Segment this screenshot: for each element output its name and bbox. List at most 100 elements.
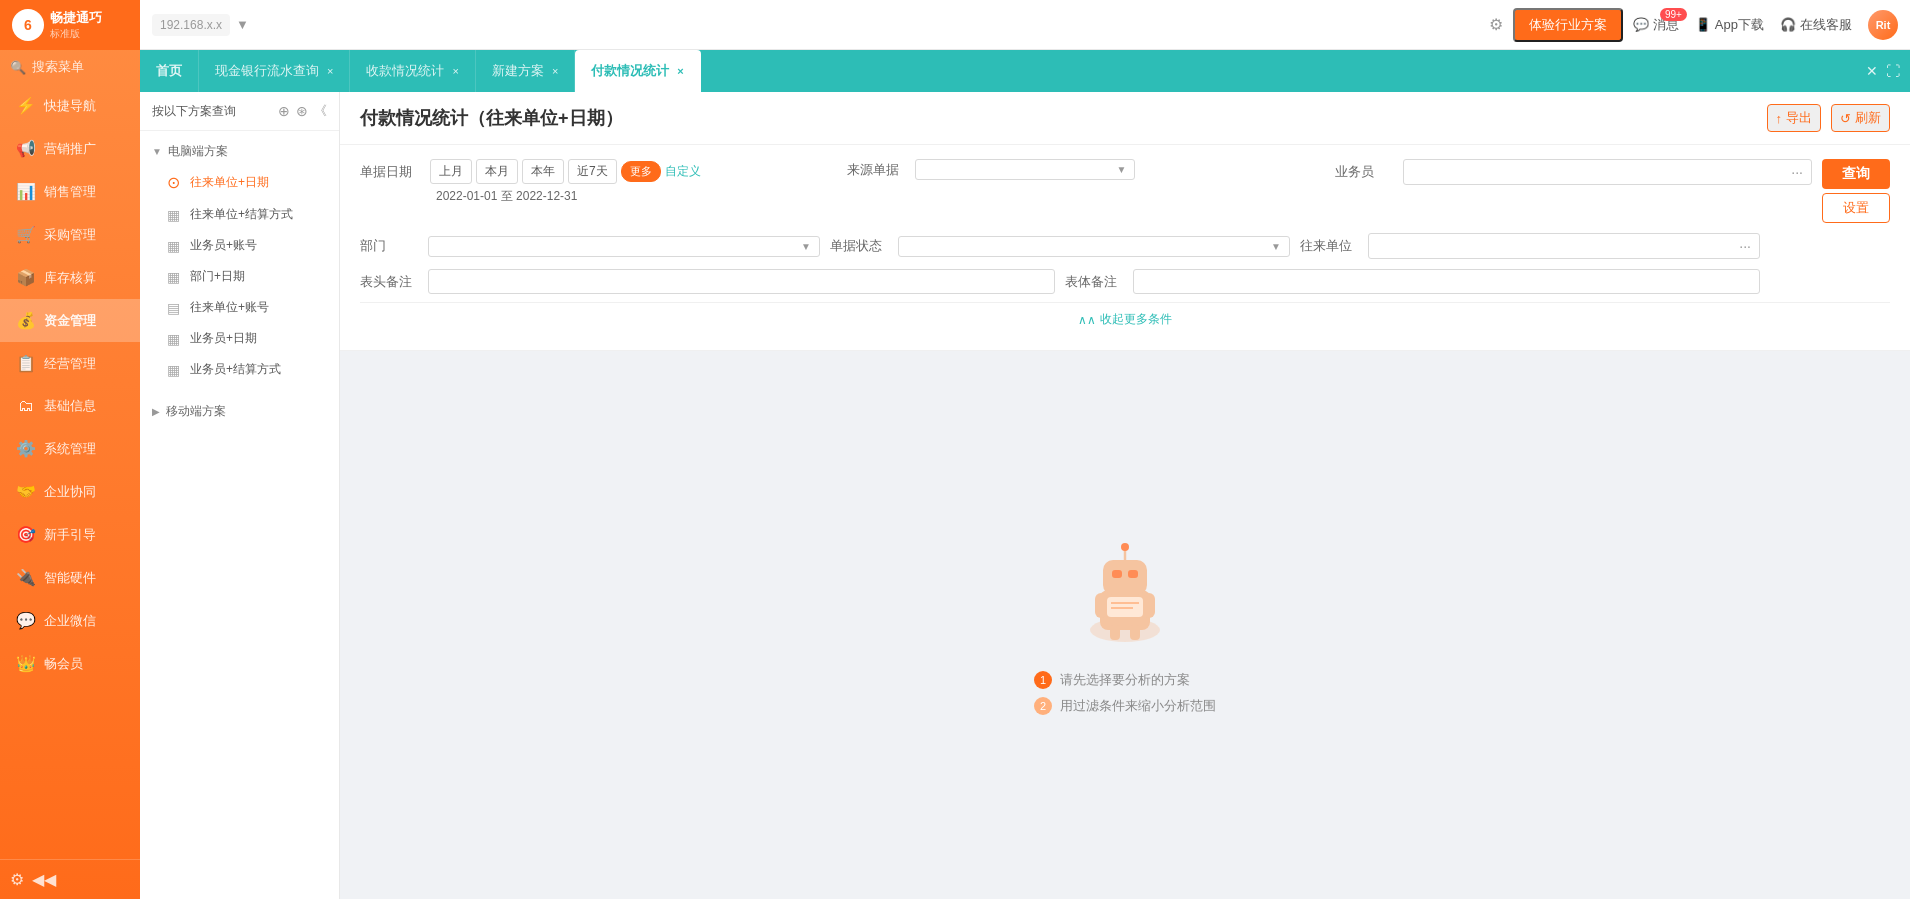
- purchase-icon: 🛒: [16, 225, 36, 244]
- sidebar-item-purchase[interactable]: 🛒 采购管理: [0, 213, 140, 256]
- source-voucher-select[interactable]: ▼: [915, 159, 1135, 180]
- svg-rect-4: [1110, 625, 1120, 640]
- partner-dots-icon[interactable]: ···: [1739, 238, 1751, 254]
- scheme-item-partner-settle[interactable]: ▦ 往来单位+结算方式: [140, 199, 339, 230]
- svg-rect-7: [1112, 570, 1122, 578]
- sidebar-item-wechat[interactable]: 💬 企业微信: [0, 599, 140, 642]
- phone-icon: 📱: [1695, 17, 1711, 32]
- scheme-group-pc-header[interactable]: ▼ 电脑端方案: [140, 137, 339, 166]
- wechat-icon: 💬: [16, 611, 36, 630]
- action-buttons: 查询 设置: [1822, 159, 1890, 223]
- sidebar-item-marketing[interactable]: 📢 营销推广: [0, 127, 140, 170]
- scheme-item-dept-date[interactable]: ▦ 部门+日期: [140, 261, 339, 292]
- partner-select[interactable]: ···: [1368, 233, 1760, 259]
- tab-bar: 首页 现金银行流水查询 × 收款情况统计 × 新建方案 × 付款情况统计 × ✕…: [140, 50, 1910, 92]
- sidebar-item-system[interactable]: ⚙️ 系统管理: [0, 427, 140, 470]
- scheme-item-staff-settle[interactable]: ▦ 业务员+结算方式: [140, 354, 339, 385]
- header-settings-icon[interactable]: ⚙: [1489, 15, 1503, 34]
- collapse-panel-btn[interactable]: 《: [314, 102, 327, 120]
- scheme-settings-btn[interactable]: ⊛: [296, 103, 308, 119]
- refresh-btn[interactable]: ↺ 刷新: [1831, 104, 1890, 132]
- user-avatar[interactable]: Rit: [1868, 10, 1898, 40]
- custom-date-btn[interactable]: 自定义: [665, 163, 701, 180]
- guide-icon: 🎯: [16, 525, 36, 544]
- scheme-group-pc: ▼ 电脑端方案 ⊙ 往来单位+日期 ▦ 往来单位+结算方式 ▦ 业务员+账号 ▦: [140, 131, 339, 391]
- tab-new-scheme[interactable]: 新建方案 ×: [476, 50, 575, 92]
- last-7days-btn[interactable]: 近7天: [568, 159, 617, 184]
- message-btn[interactable]: 💬 消息 99+: [1633, 16, 1679, 34]
- this-month-btn[interactable]: 本月: [476, 159, 518, 184]
- table-header-note-field: 表头备注: [360, 269, 1055, 294]
- scheme-group-mobile-header[interactable]: ▶ 移动端方案: [140, 397, 339, 426]
- tab-bank-flow[interactable]: 现金银行流水查询 ×: [199, 50, 350, 92]
- search-icon: 🔍: [10, 60, 26, 75]
- salesman-dots-icon[interactable]: ···: [1791, 164, 1803, 180]
- partner-field: 往来单位 ···: [1300, 233, 1760, 259]
- sidebar-nav: ⚡ 快捷导航 📢 营销推广 📊 销售管理 🛒 采购管理 📦 库存核算 💰 资金管…: [0, 84, 140, 859]
- table-body-note-label: 表体备注: [1065, 273, 1125, 291]
- dept-select[interactable]: ▼: [428, 236, 820, 257]
- more-btn[interactable]: 更多: [621, 161, 661, 182]
- filter-row-2: 部门 ▼ 单据状态 ▼ 往来单位: [360, 233, 1890, 259]
- empty-tip-1: 1 请先选择要分析的方案: [1034, 671, 1216, 689]
- export-btn[interactable]: ↑ 导出: [1767, 104, 1822, 132]
- query-btn[interactable]: 查询: [1822, 159, 1890, 189]
- scheme-icon-6: ▦: [164, 362, 182, 378]
- sidebar-item-operation[interactable]: 📋 经营管理: [0, 342, 140, 385]
- scheme-item-partner-date[interactable]: ⊙ 往来单位+日期: [140, 166, 339, 199]
- sidebar-bottom: ⚙ ◀◀: [0, 859, 140, 899]
- app-download-btn[interactable]: 📱 App下载: [1695, 16, 1764, 34]
- salesman-select[interactable]: ···: [1403, 159, 1812, 185]
- source-voucher-label: 来源单据: [847, 161, 907, 179]
- add-scheme-btn[interactable]: ⊕: [278, 103, 290, 119]
- sidebar-settings-btn[interactable]: ⚙: [10, 870, 24, 889]
- scheme-icon-4: ▤: [164, 300, 182, 316]
- maximize-btn[interactable]: ⛶: [1886, 63, 1900, 79]
- tab-close-payment-stat[interactable]: ×: [677, 65, 683, 77]
- partner-label: 往来单位: [1300, 237, 1360, 255]
- scheme-item-partner-account[interactable]: ▤ 往来单位+账号: [140, 292, 339, 323]
- vip-icon: 👑: [16, 654, 36, 673]
- headset-icon: 🎧: [1780, 17, 1796, 32]
- scheme-item-staff-date[interactable]: ▦ 业务员+日期: [140, 323, 339, 354]
- finance-icon: 💰: [16, 311, 36, 330]
- sidebar-item-guide[interactable]: 🎯 新手引导: [0, 513, 140, 556]
- sidebar-item-enterprise[interactable]: 🤝 企业协同: [0, 470, 140, 513]
- sidebar-collapse-btn[interactable]: ◀◀: [32, 870, 56, 889]
- empty-tip-2: 2 用过滤条件来缩小分析范围: [1034, 697, 1216, 715]
- tab-home[interactable]: 首页: [140, 50, 199, 92]
- this-year-btn[interactable]: 本年: [522, 159, 564, 184]
- sidebar-item-vip[interactable]: 👑 畅会员: [0, 642, 140, 685]
- svg-rect-6: [1103, 560, 1147, 595]
- tab-close-receipt-stat[interactable]: ×: [452, 65, 458, 77]
- export-icon: ↑: [1776, 111, 1783, 126]
- tab-close-new-scheme[interactable]: ×: [552, 65, 558, 77]
- set-btn[interactable]: 设置: [1822, 193, 1890, 223]
- content-area: 按以下方案查询 ⊕ ⊛ 《 ▼ 电脑端方案 ⊙ 往来单位+日期 ▦: [140, 92, 1910, 899]
- scheme-icon-5: ▦: [164, 331, 182, 347]
- main-area: 192.168.x.x ▼ ⚙ 体验行业方案 💬 消息 99+ 📱 App下载 …: [140, 0, 1910, 899]
- sidebar-item-sales[interactable]: 📊 销售管理: [0, 170, 140, 213]
- collapse-filter-btn[interactable]: ∧∧ 收起更多条件: [360, 302, 1890, 336]
- table-header-note-input[interactable]: [428, 269, 1055, 294]
- online-service-btn[interactable]: 🎧 在线客服: [1780, 16, 1852, 34]
- table-body-note-input[interactable]: [1133, 269, 1760, 294]
- sidebar-item-hardware[interactable]: 🔌 智能硬件: [0, 556, 140, 599]
- sidebar-item-quick-nav[interactable]: ⚡ 快捷导航: [0, 84, 140, 127]
- dept-field: 部门 ▼: [360, 236, 820, 257]
- voucher-status-select[interactable]: ▼: [898, 236, 1290, 257]
- search-menu[interactable]: 🔍 搜索菜单: [0, 50, 140, 84]
- address-text: 192.168.x.x: [152, 14, 230, 36]
- voucher-status-field: 单据状态 ▼: [830, 236, 1290, 257]
- last-month-btn[interactable]: 上月: [430, 159, 472, 184]
- svg-rect-5: [1130, 625, 1140, 640]
- sidebar-item-finance[interactable]: 💰 资金管理: [0, 299, 140, 342]
- close-all-tabs-btn[interactable]: ✕: [1866, 63, 1878, 79]
- trial-btn[interactable]: 体验行业方案: [1513, 8, 1623, 42]
- tab-close-bank-flow[interactable]: ×: [327, 65, 333, 77]
- tab-payment-stat[interactable]: 付款情况统计 ×: [575, 50, 700, 92]
- scheme-item-staff-account[interactable]: ▦ 业务员+账号: [140, 230, 339, 261]
- sidebar-item-inventory[interactable]: 📦 库存核算: [0, 256, 140, 299]
- sidebar-item-basic-info[interactable]: 🗂 基础信息: [0, 385, 140, 427]
- tab-receipt-stat[interactable]: 收款情况统计 ×: [350, 50, 475, 92]
